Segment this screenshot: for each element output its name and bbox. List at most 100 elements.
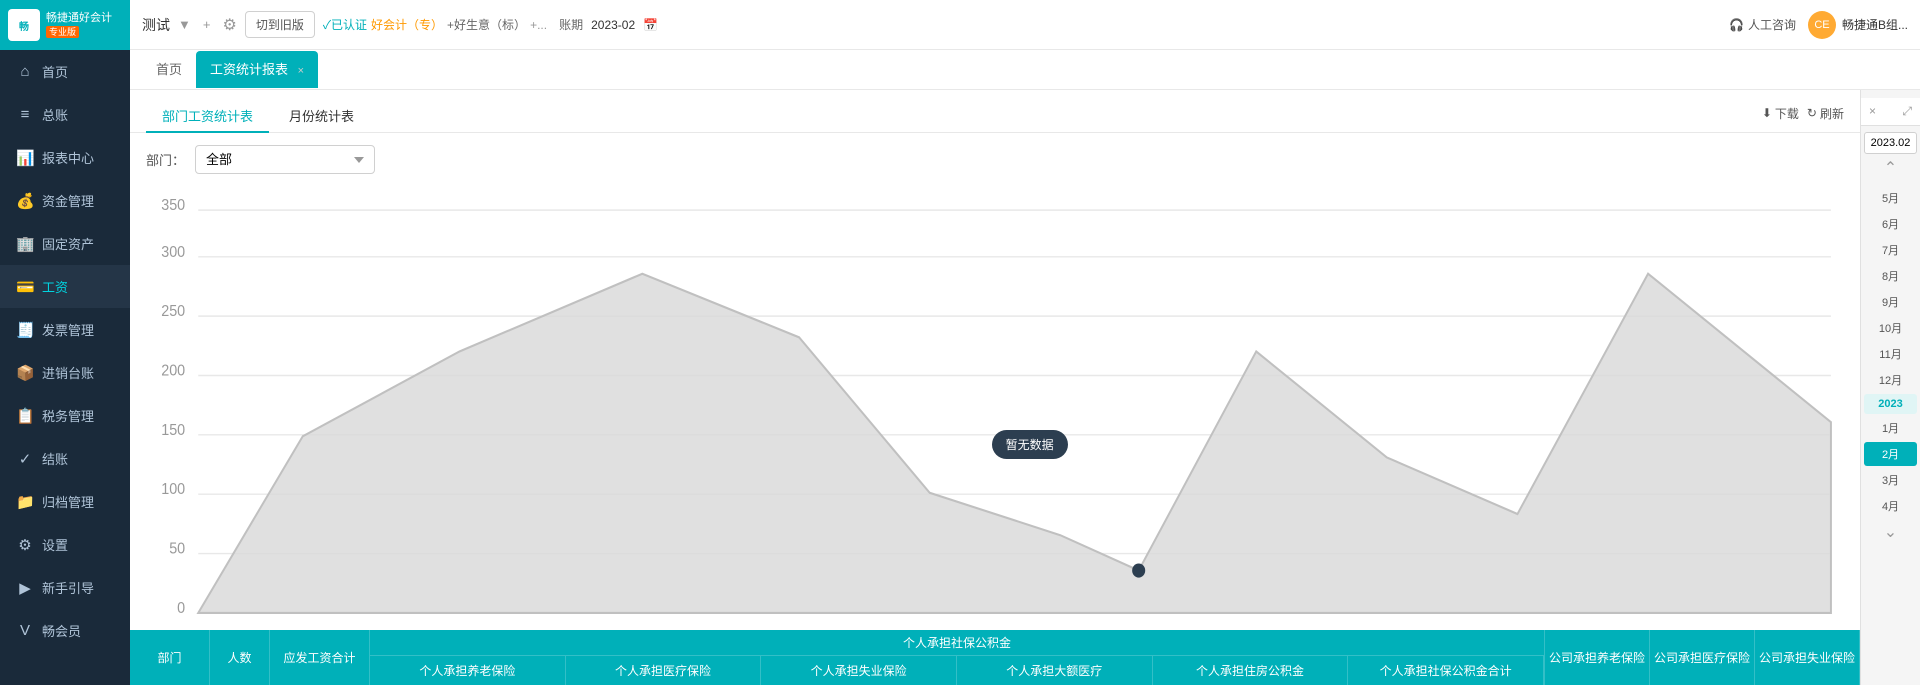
sidebar-label-newbie: 新手引导: [42, 578, 94, 597]
switch-old-btn[interactable]: 切到旧版: [245, 11, 315, 38]
settings-top-icon[interactable]: ⚙: [222, 15, 236, 35]
tab-salary-report[interactable]: 工资统计报表 ×: [196, 51, 318, 88]
ledger-icon: ≡: [16, 106, 34, 123]
period-label: 账期: [559, 16, 583, 33]
user-menu[interactable]: CE 畅捷通B组...: [1808, 11, 1908, 39]
month-11[interactable]: 11月: [1864, 342, 1917, 366]
nav-up-button[interactable]: ⌃: [1880, 154, 1901, 182]
nav-down-button[interactable]: ⌄: [1880, 518, 1901, 546]
period-value: 2023-02: [591, 18, 635, 32]
month-10[interactable]: 10月: [1864, 316, 1917, 340]
sidebar-label-assets: 固定资产: [42, 234, 94, 253]
sidebar-item-settings[interactable]: ⚙ 设置: [0, 523, 130, 566]
chart-container: 0 50 100 150 200 250 300 350: [130, 186, 1860, 630]
tab-bar: 首页 工资统计报表 ×: [130, 50, 1920, 90]
sidebar-item-salary[interactable]: 💳 工资: [0, 265, 130, 308]
tab-close-icon[interactable]: ×: [298, 65, 304, 77]
right-panel-expand[interactable]: ⤢: [1898, 104, 1916, 119]
download-button[interactable]: ⬇ 下载: [1762, 105, 1799, 122]
month-2[interactable]: 2月: [1864, 442, 1917, 466]
filter-row: 部门： 全部 销售部 技术部 行政部 财务部: [130, 133, 1860, 186]
sidebar-label-invoice: 发票管理: [42, 320, 94, 339]
sidebar-item-closing[interactable]: ✓ 结账: [0, 437, 130, 480]
sidebar-item-archive[interactable]: 📁 归档管理: [0, 480, 130, 523]
th-company-medical: 公司承担医疗保险: [1650, 630, 1755, 685]
th-personal-housing: 个人承担住房公积金: [1153, 656, 1349, 685]
sidebar-label-member: 畅会员: [42, 621, 81, 640]
purchase-icon: 📦: [16, 364, 34, 382]
svg-text:150: 150: [161, 421, 185, 439]
calendar-icon[interactable]: 📅: [643, 18, 658, 32]
topbar-tags: ✓已认证 好会计（专） +好生意（标） +... 账期 2023-02 📅: [323, 16, 658, 33]
sidebar-label-archive: 归档管理: [42, 492, 94, 511]
month-5[interactable]: 5月: [1864, 186, 1917, 210]
closing-icon: ✓: [16, 450, 34, 468]
sidebar-item-home[interactable]: ⌂ 首页: [0, 50, 130, 93]
month-1[interactable]: 1月: [1864, 416, 1917, 440]
tag3: +...: [530, 18, 547, 32]
date-input[interactable]: [1864, 132, 1917, 154]
sidebar-label-reports: 报表中心: [42, 148, 94, 167]
month-4[interactable]: 4月: [1864, 494, 1917, 518]
month-8[interactable]: 8月: [1864, 264, 1917, 288]
sidebar-logo[interactable]: 畅 畅捷通好会计 专业版: [0, 0, 130, 50]
svg-text:250: 250: [161, 303, 185, 321]
company-dropdown-icon[interactable]: ▼: [178, 17, 191, 32]
sidebar-item-newbie[interactable]: ▶ 新手引导: [0, 566, 130, 609]
download-icon: ⬇: [1762, 106, 1772, 120]
sidebar-label-settings: 设置: [42, 535, 68, 554]
reports-icon: 📊: [16, 149, 34, 167]
tab-home[interactable]: 首页: [142, 51, 196, 88]
sidebar-item-ledger[interactable]: ≡ 总账: [0, 93, 130, 136]
home-icon: ⌂: [16, 63, 34, 80]
th-company-pension: 公司承担养老保险: [1545, 630, 1650, 685]
th-count: 人数: [210, 630, 270, 685]
th-personal-total: 个人承担社保公积金合计: [1348, 656, 1544, 685]
sidebar-label-home: 首页: [42, 62, 68, 81]
content-area: 部门工资统计表 月份统计表 ⬇ 下载 ↻ 刷新: [130, 90, 1860, 685]
sidebar-nav: ⌂ 首页 ≡ 总账 📊 报表中心 💰 资金管理 🏢 固定资产 💳 工资 🧾 发票…: [0, 50, 130, 685]
archive-icon: 📁: [16, 493, 34, 511]
newbie-icon: ▶: [16, 579, 34, 597]
dept-filter-label: 部门：: [146, 150, 185, 169]
month-3[interactable]: 3月: [1864, 468, 1917, 492]
th-group-personal-cols: 个人承担养老保险 个人承担医疗保险 个人承担失业保险 个人承担大额医疗 个人承担: [370, 656, 1544, 685]
sidebar-item-funds[interactable]: 💰 资金管理: [0, 179, 130, 222]
company-name: 测试: [142, 15, 170, 35]
svg-text:200: 200: [161, 362, 185, 380]
headset-icon: 🎧: [1729, 18, 1744, 32]
refresh-button[interactable]: ↻ 刷新: [1807, 105, 1844, 122]
sidebar-item-invoice[interactable]: 🧾 发票管理: [0, 308, 130, 351]
help-button[interactable]: 🎧 人工咨询: [1729, 16, 1796, 33]
month-12[interactable]: 12月: [1864, 368, 1917, 392]
th-personal-medical: 个人承担医疗保险: [566, 656, 762, 685]
refresh-icon: ↻: [1807, 106, 1817, 120]
logo-text: 畅捷通好会计 专业版: [46, 11, 112, 40]
sidebar-item-tax[interactable]: 📋 税务管理: [0, 394, 130, 437]
topbar-right: 🎧 人工咨询 CE 畅捷通B组...: [1729, 11, 1908, 39]
table-header: 部门 人数 应发工资合计 个人承担社保公积金 个人承担养老保险 个人承担医疗保险…: [130, 630, 1860, 685]
svg-text:350: 350: [161, 197, 185, 215]
certified-tag: ✓已认证: [323, 16, 367, 33]
tab-monthly[interactable]: 月份统计表: [273, 100, 370, 133]
sidebar-label-funds: 资金管理: [42, 191, 94, 210]
logo-icon: 畅: [8, 9, 40, 41]
sidebar-item-assets[interactable]: 🏢 固定资产: [0, 222, 130, 265]
month-9[interactable]: 9月: [1864, 290, 1917, 314]
svg-text:0: 0: [177, 599, 185, 617]
dept-filter-select[interactable]: 全部 销售部 技术部 行政部 财务部: [195, 145, 375, 174]
right-panel-close[interactable]: ×: [1865, 104, 1880, 118]
svg-text:50: 50: [169, 540, 185, 558]
year-2023: 2023: [1864, 394, 1917, 414]
sidebar-item-purchase[interactable]: 📦 进销台账: [0, 351, 130, 394]
th-personal-bigmedical: 个人承担大额医疗: [957, 656, 1153, 685]
sidebar-item-member[interactable]: V 畅会员: [0, 609, 130, 652]
add-button[interactable]: +: [203, 17, 211, 32]
salary-icon: 💳: [16, 278, 34, 296]
tab-dept-salary[interactable]: 部门工资统计表: [146, 100, 269, 133]
good-tag: 好会计（专）: [371, 16, 443, 33]
help-label: 人工咨询: [1748, 16, 1796, 33]
month-6[interactable]: 6月: [1864, 212, 1917, 236]
sidebar-item-reports[interactable]: 📊 报表中心: [0, 136, 130, 179]
month-7[interactable]: 7月: [1864, 238, 1917, 262]
